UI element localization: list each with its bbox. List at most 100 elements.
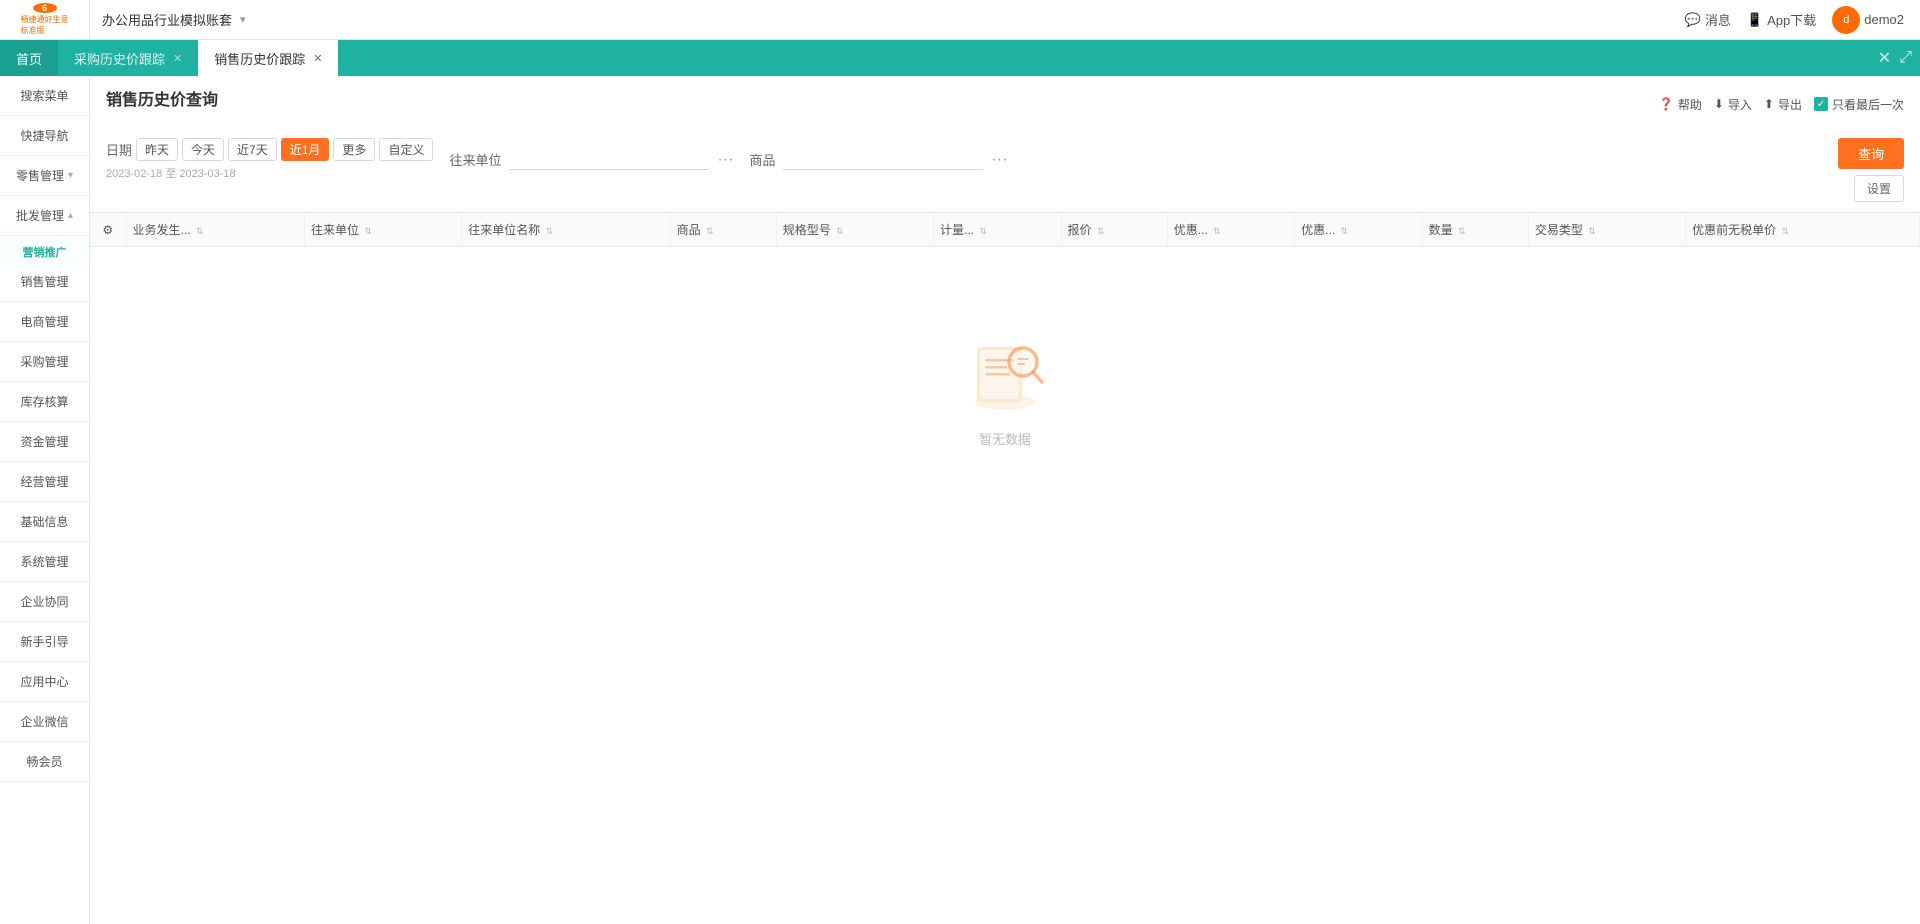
sidebar-item-enterprise-collab[interactable]: 企业协同 [0, 582, 89, 622]
sort-icon-spec: ⇅ [836, 226, 844, 236]
sort-icon-partner-code: ⇅ [364, 226, 372, 236]
query-button[interactable]: 查询 [1838, 138, 1904, 169]
sidebar-item-quick-nav[interactable]: 快捷导航 [0, 116, 89, 156]
sidebar-item-sales-mgmt[interactable]: 销售管理 [0, 262, 89, 302]
sidebar-item-app-center[interactable]: 应用中心 [0, 662, 89, 702]
app-download-button[interactable]: 📱 App下载 [1747, 10, 1816, 29]
sidebar-item-inventory[interactable]: 库存核算 [0, 382, 89, 422]
logo-text: 畅捷通好生意 标准版 [21, 14, 69, 36]
page-header-actions: ❓ 帮助 ⬇ 导入 ⬆ 导出 ✓ 只看最后一次 [1659, 96, 1904, 113]
tab-actions: ✕ ⤢ [1878, 40, 1920, 76]
help-button[interactable]: ❓ 帮助 [1659, 96, 1702, 113]
quick-nav-label: 快捷导航 [20, 127, 68, 144]
date-btn-1month[interactable]: 近1月 [281, 138, 330, 161]
filter-right: 查询 设置 [1838, 138, 1904, 202]
top-header: 6 畅捷通好生意 标准版 办公用品行业模拟账套 ▾ 💬 消息 📱 App下载 d… [0, 0, 1920, 40]
date-btn-yesterday[interactable]: 昨天 [136, 138, 178, 161]
user-profile[interactable]: d demo2 [1832, 6, 1904, 34]
import-icon: ⬇ [1714, 97, 1724, 111]
unit-filter-input[interactable] [509, 150, 709, 170]
settings-button[interactable]: 设置 [1854, 175, 1904, 202]
unit-filter: 往来单位 ··· [449, 150, 733, 170]
sort-icon-pre-tax-price: ⇅ [1781, 226, 1789, 236]
sidebar-item-finance-mgmt[interactable]: 资金管理 [0, 422, 89, 462]
sidebar-item-newbie-guide[interactable]: 新手引导 [0, 622, 89, 662]
wholesale-mgmt-label: 批发管理 [16, 207, 64, 224]
sort-icon-qty: ⇅ [1458, 226, 1466, 236]
sidebar-item-member[interactable]: 畅会员 [0, 742, 89, 782]
table-col-qty[interactable]: 数量 ⇅ [1422, 213, 1528, 247]
table-container: ⚙ 业务发生... ⇅ 往来单位 ⇅ 往来单位名称 ⇅ [90, 213, 1920, 924]
app-download-icon: 📱 [1747, 12, 1763, 28]
sidebar-item-search-menu[interactable]: 搜索菜单 [0, 76, 89, 116]
tab-sales-close-icon[interactable]: ✕ [313, 52, 322, 65]
table-col-unit[interactable]: 计量... ⇅ [934, 213, 1061, 247]
table-col-gear[interactable]: ⚙ [90, 213, 126, 247]
newbie-guide-label: 新手引导 [20, 633, 68, 650]
export-button[interactable]: ⬆ 导出 [1764, 96, 1802, 113]
table-col-discount1[interactable]: 优惠... ⇅ [1167, 213, 1294, 247]
date-filter-label: 日期 [106, 140, 132, 159]
table-col-goods[interactable]: 商品 ⇅ [670, 213, 776, 247]
sidebar-item-purchase-mgmt[interactable]: 采购管理 [0, 342, 89, 382]
date-btn-more[interactable]: 更多 [333, 138, 375, 161]
header-right: 💬 消息 📱 App下载 d demo2 [1685, 6, 1920, 34]
tab-purchase-label: 采购历史价跟踪 [74, 49, 165, 68]
content-area: 销售历史价查询 ❓ 帮助 ⬇ 导入 ⬆ 导出 ✓ [90, 76, 1920, 924]
sidebar-item-enterprise-wechat[interactable]: 企业微信 [0, 702, 89, 742]
empty-state-icon [955, 327, 1055, 417]
app-name-dropdown-icon[interactable]: ▾ [240, 13, 246, 26]
logo-icon-text: 6 [42, 3, 47, 13]
goods-filter-label: 商品 [749, 150, 775, 169]
table-col-spec[interactable]: 规格型号 ⇅ [776, 213, 933, 247]
message-button[interactable]: 💬 消息 [1685, 10, 1731, 29]
system-mgmt-label: 系统管理 [20, 553, 68, 570]
table-col-biz-date[interactable]: 业务发生... ⇅ [126, 213, 305, 247]
table-col-quote[interactable]: 报价 ⇅ [1061, 213, 1167, 247]
date-btn-custom[interactable]: 自定义 [379, 138, 433, 161]
only-last-label: 只看最后一次 [1832, 96, 1904, 113]
sales-mgmt-label: 销售管理 [20, 273, 68, 290]
sidebar-item-ecommerce-mgmt[interactable]: 电商管理 [0, 302, 89, 342]
empty-state-text: 暂无数据 [979, 429, 1031, 448]
date-btn-7days[interactable]: 近7天 [228, 138, 277, 161]
filter-row: 日期 昨天 今天 近7天 近1月 更多 自定义 2023-02-18 至 202… [90, 130, 1920, 212]
basic-info-label: 基础信息 [20, 513, 68, 530]
tab-purchase-history[interactable]: 采购历史价跟踪 ✕ [58, 40, 198, 76]
tab-purchase-close-icon[interactable]: ✕ [173, 52, 182, 65]
sidebar-item-system-mgmt[interactable]: 系统管理 [0, 542, 89, 582]
tab-home-label: 首页 [16, 49, 42, 68]
user-avatar: d [1832, 6, 1860, 34]
unit-filter-dots-icon[interactable]: ··· [717, 151, 733, 169]
goods-filter-dots-icon[interactable]: ··· [991, 151, 1007, 169]
app-name: 办公用品行业模拟账套 [102, 10, 232, 29]
table-col-discount2[interactable]: 优惠... ⇅ [1295, 213, 1422, 247]
sidebar-item-basic-info[interactable]: 基础信息 [0, 502, 89, 542]
goods-filter-input[interactable] [783, 150, 983, 170]
table-col-pre-tax-price[interactable]: 优惠前无税单价 ⇅ [1686, 213, 1920, 247]
expand-tab-icon[interactable]: ⤢ [1899, 49, 1912, 67]
sort-icon-trade-type: ⇅ [1588, 226, 1596, 236]
date-btn-today[interactable]: 今天 [182, 138, 224, 161]
sidebar-section-marketing: 营销推广 [0, 236, 89, 262]
empty-state: 暂无数据 [90, 247, 1920, 528]
tab-bar: 首页 采购历史价跟踪 ✕ 销售历史价跟踪 ✕ ✕ ⤢ [0, 40, 1920, 76]
close-all-tabs-icon[interactable]: ✕ [1878, 48, 1891, 68]
filter-left: 日期 昨天 今天 近7天 近1月 更多 自定义 2023-02-18 至 202… [106, 138, 1838, 181]
import-button[interactable]: ⬇ 导入 [1714, 96, 1752, 113]
sidebar-item-retail-mgmt[interactable]: 零售管理 ▾ [0, 156, 89, 196]
sidebar-item-business-mgmt[interactable]: 经营管理 [0, 462, 89, 502]
table-col-partner-name[interactable]: 往来单位名称 ⇅ [462, 213, 670, 247]
enterprise-wechat-label: 企业微信 [20, 713, 68, 730]
retail-mgmt-label: 零售管理 [16, 167, 64, 184]
date-range-text: 2023-02-18 至 2023-03-18 [106, 165, 433, 181]
sort-icon-discount1: ⇅ [1213, 226, 1221, 236]
only-last-checkbox-group[interactable]: ✓ 只看最后一次 [1814, 96, 1904, 113]
table-col-trade-type[interactable]: 交易类型 ⇅ [1528, 213, 1685, 247]
only-last-checkbox[interactable]: ✓ [1814, 97, 1828, 111]
tab-sales-history[interactable]: 销售历史价跟踪 ✕ [198, 40, 338, 76]
table-col-partner-code[interactable]: 往来单位 ⇅ [305, 213, 462, 247]
sidebar-item-wholesale-mgmt[interactable]: 批发管理 ▴ [0, 196, 89, 236]
sort-icon-unit: ⇅ [979, 226, 987, 236]
tab-home[interactable]: 首页 [0, 40, 58, 76]
